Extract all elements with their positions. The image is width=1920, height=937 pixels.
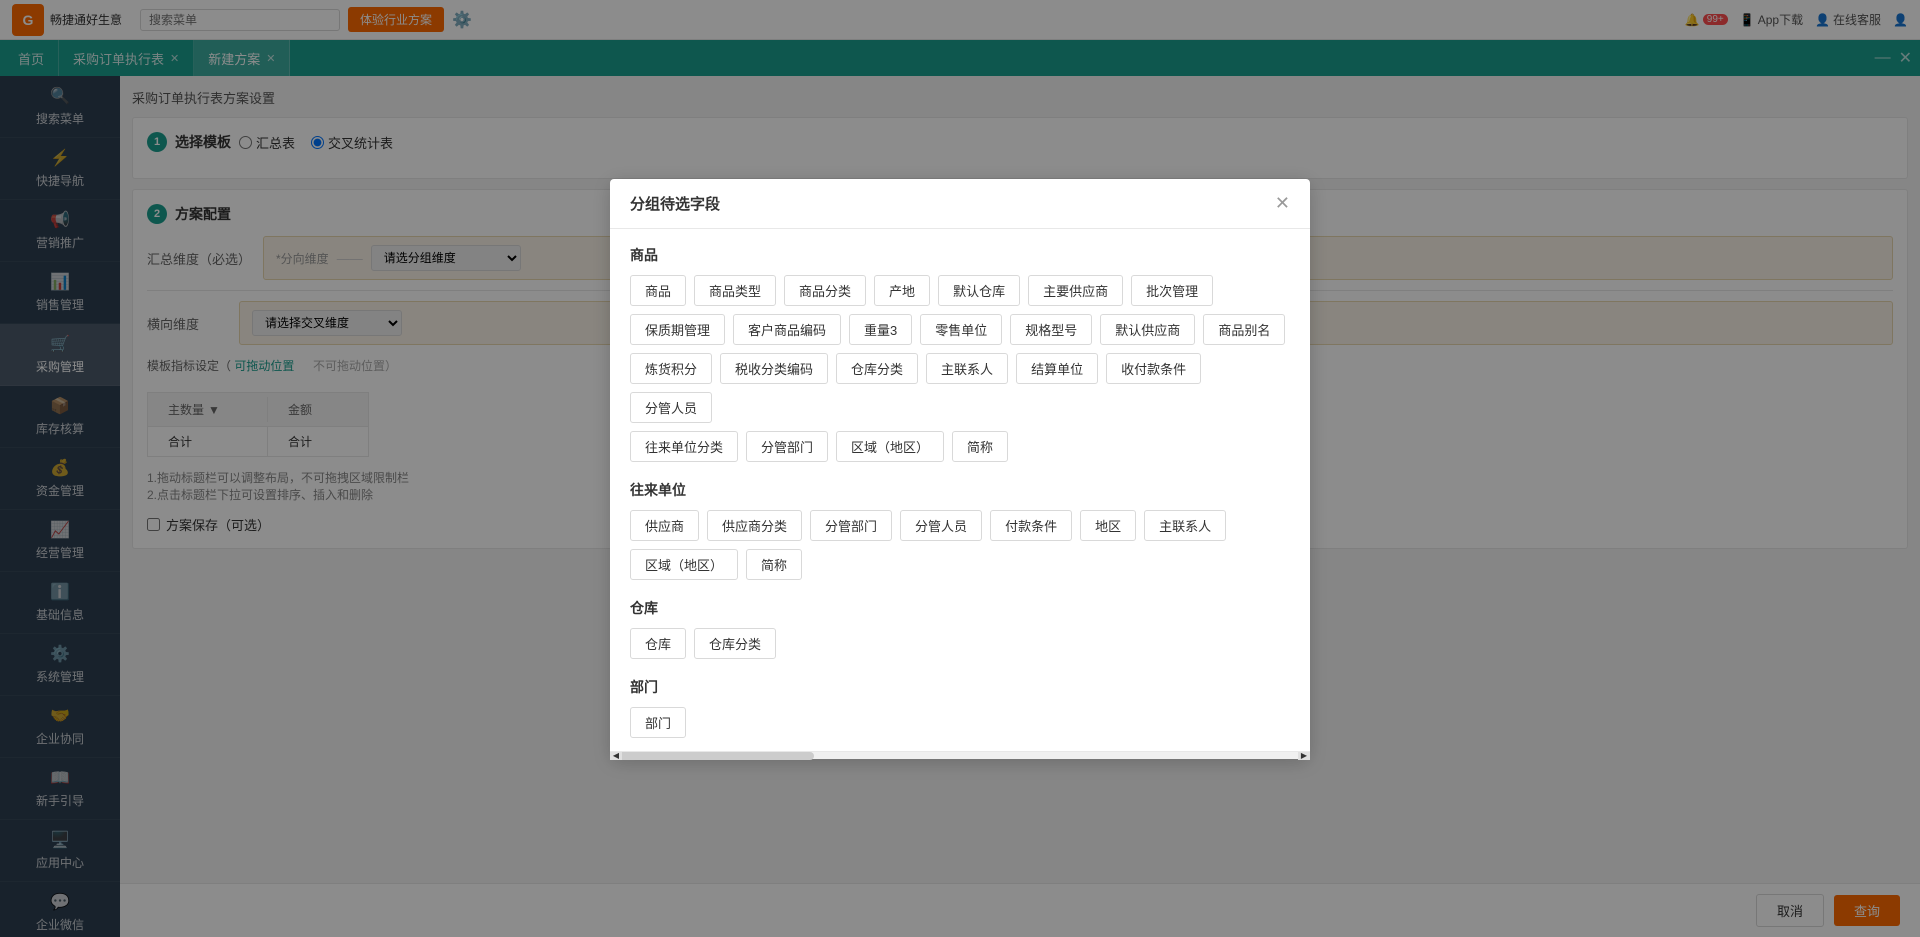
- modal-overlay: 分组待选字段 ✕ 商品 商品 商品类型 商品分类 产地 默认仓库 主要供应商 批…: [0, 0, 1920, 937]
- tag-product-21[interactable]: 往来单位分类: [630, 431, 738, 462]
- field-group-product: 商品 商品 商品类型 商品分类 产地 默认仓库 主要供应商 批次管理 保质期管理…: [630, 245, 1290, 462]
- field-group-counterparty: 往来单位 供应商 供应商分类 分管部门 分管人员 付款条件 地区 主联系人 区域…: [630, 480, 1290, 580]
- tag-cp-4[interactable]: 付款条件: [990, 510, 1072, 541]
- tag-product-15[interactable]: 税收分类编码: [720, 353, 828, 384]
- tag-product-20[interactable]: 分管人员: [630, 392, 712, 423]
- tag-product-0[interactable]: 商品: [630, 275, 686, 306]
- tag-cp-3[interactable]: 分管人员: [900, 510, 982, 541]
- tag-product-16[interactable]: 仓库分类: [836, 353, 918, 384]
- tag-product-2[interactable]: 商品分类: [784, 275, 866, 306]
- tag-product-19[interactable]: 收付款条件: [1106, 353, 1201, 384]
- tag-cp-8[interactable]: 简称: [746, 549, 802, 580]
- tag-cp-5[interactable]: 地区: [1080, 510, 1136, 541]
- field-group-product-title: 商品: [630, 245, 1290, 265]
- tag-cp-2[interactable]: 分管部门: [810, 510, 892, 541]
- tag-product-10[interactable]: 零售单位: [920, 314, 1002, 345]
- tag-product-9[interactable]: 重量3: [849, 314, 912, 345]
- tag-product-12[interactable]: 默认供应商: [1100, 314, 1195, 345]
- field-tags-counterparty: 供应商 供应商分类 分管部门 分管人员 付款条件 地区 主联系人: [630, 510, 1290, 541]
- field-group-warehouse: 仓库 仓库 仓库分类: [630, 598, 1290, 659]
- tag-product-8[interactable]: 客户商品编码: [733, 314, 841, 345]
- tag-cp-0[interactable]: 供应商: [630, 510, 699, 541]
- modal-scrollbar-track[interactable]: ◀ ▶: [610, 751, 1310, 759]
- field-group-warehouse-title: 仓库: [630, 598, 1290, 618]
- field-group-dept: 部门 部门: [630, 677, 1290, 738]
- field-tags-product-3: 炼货积分 税收分类编码 仓库分类 主联系人 结算单位 收付款条件 分管人员: [630, 353, 1290, 423]
- modal-body: 商品 商品 商品类型 商品分类 产地 默认仓库 主要供应商 批次管理 保质期管理…: [610, 229, 1310, 751]
- tag-product-24[interactable]: 简称: [952, 431, 1008, 462]
- field-select-modal: 分组待选字段 ✕ 商品 商品 商品类型 商品分类 产地 默认仓库 主要供应商 批…: [610, 179, 1310, 759]
- tag-cp-7[interactable]: 区域（地区）: [630, 549, 738, 580]
- tag-product-18[interactable]: 结算单位: [1016, 353, 1098, 384]
- tag-wh-0[interactable]: 仓库: [630, 628, 686, 659]
- tag-wh-1[interactable]: 仓库分类: [694, 628, 776, 659]
- tag-product-7[interactable]: 保质期管理: [630, 314, 725, 345]
- field-tags-product: 商品 商品类型 商品分类 产地 默认仓库 主要供应商 批次管理: [630, 275, 1290, 306]
- tag-product-3[interactable]: 产地: [874, 275, 930, 306]
- scroll-left-btn[interactable]: ◀: [610, 752, 622, 760]
- tag-product-22[interactable]: 分管部门: [746, 431, 828, 462]
- field-tags-product-2: 保质期管理 客户商品编码 重量3 零售单位 规格型号 默认供应商 商品别名: [630, 314, 1290, 345]
- tag-cp-1[interactable]: 供应商分类: [707, 510, 802, 541]
- modal-close-btn[interactable]: ✕: [1275, 194, 1290, 212]
- tag-product-11[interactable]: 规格型号: [1010, 314, 1092, 345]
- tag-product-23[interactable]: 区域（地区）: [836, 431, 944, 462]
- tag-cp-6[interactable]: 主联系人: [1144, 510, 1226, 541]
- field-tags-counterparty-2: 区域（地区） 简称: [630, 549, 1290, 580]
- tag-product-14[interactable]: 炼货积分: [630, 353, 712, 384]
- field-group-counterparty-title: 往来单位: [630, 480, 1290, 500]
- tag-product-5[interactable]: 主要供应商: [1028, 275, 1123, 306]
- modal-scrollbar-thumb[interactable]: [614, 752, 814, 760]
- tag-product-13[interactable]: 商品别名: [1203, 314, 1285, 345]
- tag-product-4[interactable]: 默认仓库: [938, 275, 1020, 306]
- field-tags-warehouse: 仓库 仓库分类: [630, 628, 1290, 659]
- field-tags-dept: 部门: [630, 707, 1290, 738]
- scroll-right-btn[interactable]: ▶: [1298, 752, 1310, 760]
- modal-title: 分组待选字段: [630, 193, 720, 214]
- modal-header: 分组待选字段 ✕: [610, 179, 1310, 229]
- field-group-dept-title: 部门: [630, 677, 1290, 697]
- tag-dept-0[interactable]: 部门: [630, 707, 686, 738]
- tag-product-17[interactable]: 主联系人: [926, 353, 1008, 384]
- field-tags-product-4: 往来单位分类 分管部门 区域（地区） 简称: [630, 431, 1290, 462]
- tag-product-1[interactable]: 商品类型: [694, 275, 776, 306]
- tag-product-6[interactable]: 批次管理: [1131, 275, 1213, 306]
